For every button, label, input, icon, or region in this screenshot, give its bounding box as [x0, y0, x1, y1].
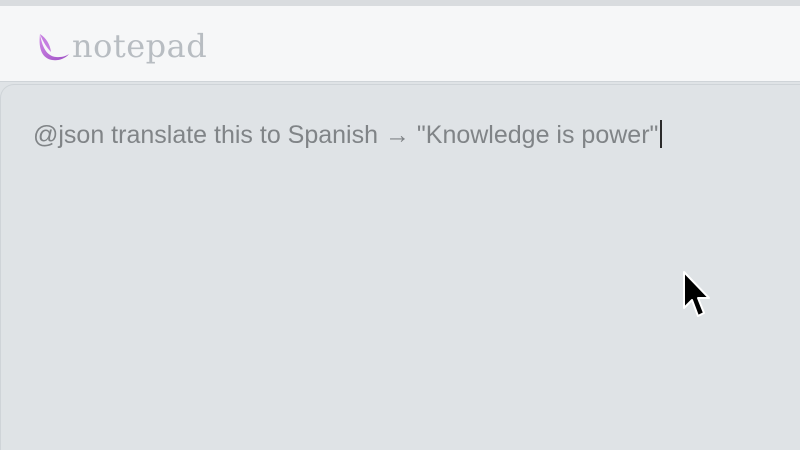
- note-editor[interactable]: @json translate this to Spanish → "Knowl…: [0, 84, 800, 450]
- notepad-logo-icon: [39, 34, 69, 61]
- logo-text: notepad: [72, 27, 208, 65]
- text-caret: [660, 120, 663, 148]
- mouse-pointer-icon: [683, 271, 710, 317]
- editor-text-line[interactable]: @json translate this to Spanish → "Knowl…: [33, 117, 663, 153]
- app-header: notepad: [0, 6, 800, 82]
- app-logo[interactable]: notepad: [36, 26, 207, 66]
- editor-content: @json translate this to Spanish → "Knowl…: [33, 121, 659, 149]
